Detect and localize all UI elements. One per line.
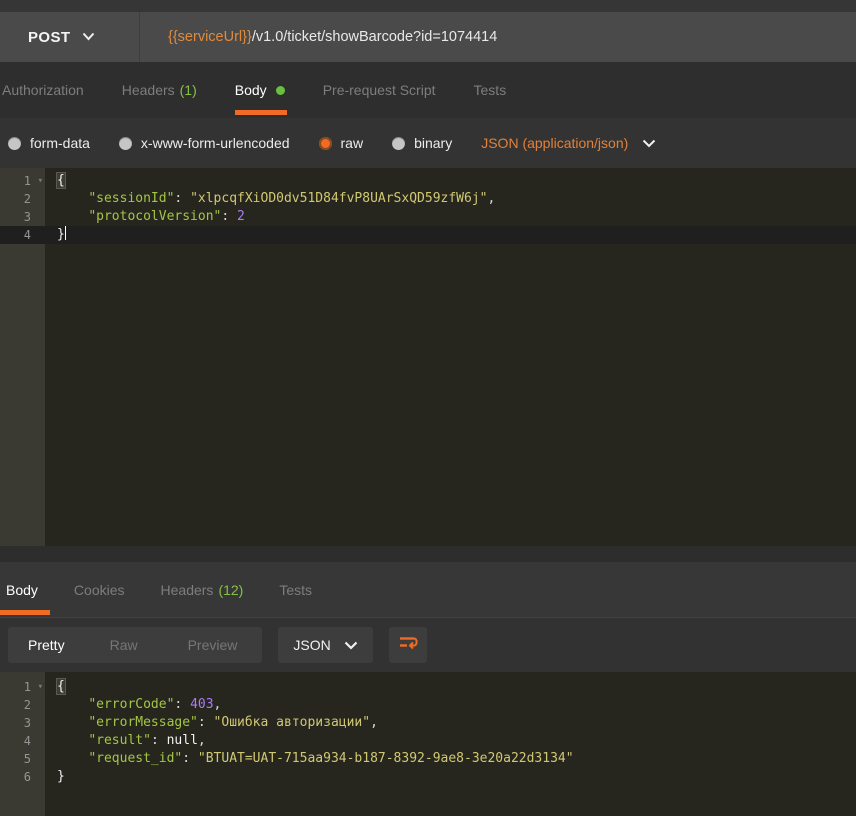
body-type-selector: form-data x-www-form-urlencoded raw bina… [0,118,856,168]
radio-raw[interactable]: raw [318,135,364,151]
code-text: "sessionId": "xlpcqfXiOD0dv51D84fvP8UArS… [88,191,496,206]
wrap-text-icon [397,634,419,657]
tab-label: Tests [473,82,507,98]
tab-label: Pre-request Script [322,82,436,98]
tab-cookies[interactable]: Cookies [74,562,125,617]
view-mode-segmented-control: Pretty Raw Preview [8,627,263,663]
line-number: 2 [23,192,31,206]
tab-label: Cookies [73,581,125,598]
http-method-label: POST [28,28,71,46]
view-pretty-button[interactable]: Pretty [8,627,85,663]
line-number: 3 [23,210,31,224]
code-line[interactable]: 3 "protocolVersion": 2 [0,208,856,226]
line-number: 2 [23,698,31,712]
tab-response-tests[interactable]: Tests [279,562,312,617]
radio-label: binary [414,135,453,151]
url-environment-variable: {{serviceUrl}} [168,29,252,45]
radio-binary[interactable]: binary [392,135,452,151]
code-line[interactable]: 2 "errorCode": 403, [0,696,856,714]
code-text: } [57,226,66,242]
radio-label: form-data [30,135,90,151]
code-text: "errorCode": 403, [88,697,222,712]
request-tabs: Authorization Headers (1) Body Pre-reque… [0,62,856,118]
content-type-dropdown[interactable]: JSON (application/json) [481,135,656,151]
tab-authorization[interactable]: Authorization [2,62,84,118]
tab-label: Authorization [2,82,84,98]
code-line[interactable]: 2 "sessionId": "xlpcqfXiOD0dv51D84fvP8UA… [0,190,856,208]
code-line[interactable]: 1{ [0,678,856,696]
radio-label: x-www-form-urlencoded [140,135,290,151]
http-method-dropdown[interactable]: POST [0,12,140,62]
tab-label: Headers [160,581,214,598]
window-top-strip [0,0,856,12]
tab-response-body[interactable]: Body [0,562,50,617]
tab-label: Body [6,581,38,598]
code-line[interactable]: 5 "request_id": "BTUAT=UAT-715aa934-b187… [0,750,856,768]
chevron-down-icon [642,135,656,151]
url-path: /v1.0/ticket/showBarcode?id=1074414 [251,29,498,45]
text-cursor [64,226,66,240]
response-body-editor[interactable]: 1{2 "errorCode": 403,3 "errorMessage": "… [0,672,856,816]
code-text: "protocolVersion": 2 [88,209,245,224]
code-text: { [57,679,65,694]
chevron-down-icon [344,637,358,653]
response-tabs: Body Cookies Headers (12) Tests [0,562,856,618]
request-body-editor[interactable]: 1{2 "sessionId": "xlpcqfXiOD0dv51D84fvP8… [0,168,856,546]
wrap-text-button[interactable] [388,627,427,663]
format-label: JSON [293,637,331,653]
body-filled-dot-icon [275,85,285,95]
url-input[interactable]: {{serviceUrl}}/v1.0/ticket/showBarcode?i… [140,12,856,62]
tab-body[interactable]: Body [234,62,287,118]
tab-tests[interactable]: Tests [474,62,507,118]
radio-icon [392,136,406,150]
chevron-down-icon [82,28,95,46]
tab-label: Body [234,82,267,98]
line-number-fold-toggle[interactable]: 1 [0,172,45,190]
radio-icon [8,136,21,150]
tab-pre-request-script[interactable]: Pre-request Script [323,62,436,118]
headers-count-badge: (1) [179,82,197,98]
headers-count-badge: (12) [218,581,244,598]
tab-response-headers[interactable]: Headers (12) [161,562,244,617]
code-line[interactable]: 4 "result": null, [0,732,856,750]
code-line[interactable]: 4} [0,226,856,244]
code-line[interactable]: 1{ [0,172,856,190]
code-text: "request_id": "BTUAT=UAT-715aa934-b187-8… [88,751,574,766]
section-divider [0,546,856,562]
tab-label: Headers [121,82,175,98]
line-number: 6 [23,770,31,784]
code-line[interactable]: 6} [0,768,856,786]
response-format-dropdown[interactable]: JSON [278,627,373,663]
radio-label: raw [340,135,364,151]
view-preview-button[interactable]: Preview [163,627,263,663]
radio-form-data[interactable]: form-data [8,135,90,151]
tab-label: Tests [279,581,313,598]
code-text: "result": null, [88,733,206,748]
radio-x-www-form-urlencoded[interactable]: x-www-form-urlencoded [118,135,290,151]
code-line[interactable]: 3 "errorMessage": "Ошибка авторизации", [0,714,856,732]
radio-icon [118,136,132,150]
radio-selected-icon [318,136,332,150]
line-number: 5 [23,752,31,766]
response-view-toolbar: Pretty Raw Preview JSON [0,618,856,672]
line-number: 3 [23,716,31,730]
code-text: } [57,769,65,784]
view-raw-button[interactable]: Raw [85,627,163,663]
line-number: 4 [23,734,31,748]
line-number: 4 [23,228,31,242]
content-type-label: JSON (application/json) [481,135,629,151]
line-number-fold-toggle[interactable]: 1 [0,678,45,696]
tab-headers[interactable]: Headers (1) [122,62,197,118]
code-text: "errorMessage": "Ошибка авторизации", [88,715,378,730]
code-text: { [57,173,65,188]
request-url-bar: POST {{serviceUrl}}/v1.0/ticket/showBarc… [0,12,856,62]
